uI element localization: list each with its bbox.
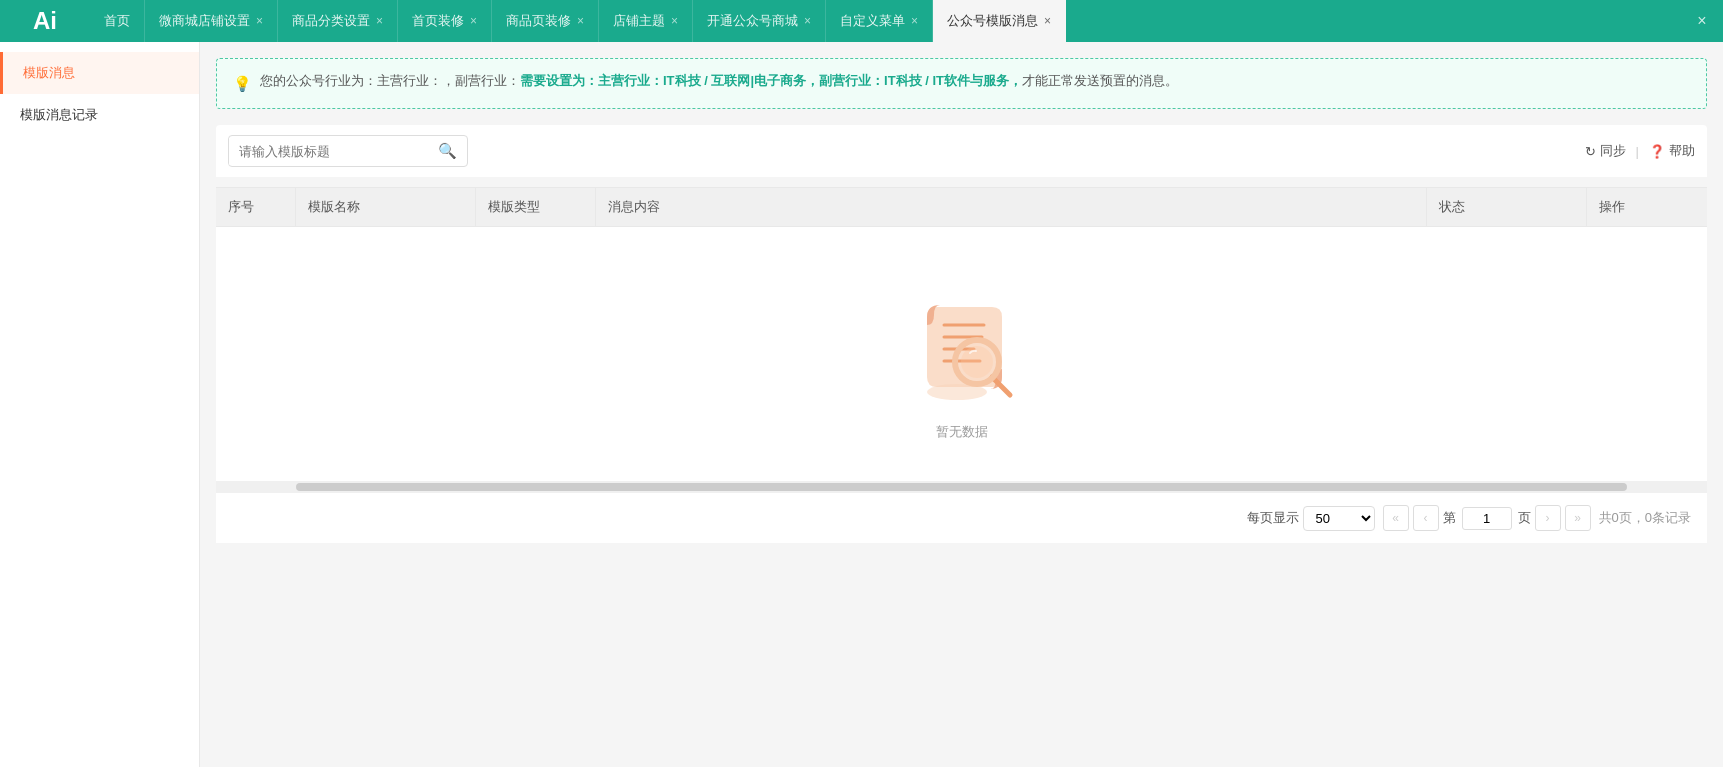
page-size-dropdown[interactable]: 50 10 20 100 xyxy=(1303,506,1375,531)
last-page-button[interactable]: » xyxy=(1565,505,1591,531)
page-number-input[interactable] xyxy=(1462,507,1512,530)
top-nav: Ai 首页微商城店铺设置×商品分类设置×首页装修×商品页装修×店铺主题×开通公众… xyxy=(0,0,1723,42)
search-input[interactable] xyxy=(229,138,428,165)
nav-tab-shop-theme[interactable]: 店铺主题 × xyxy=(599,0,693,42)
tab-close-product-category[interactable]: × xyxy=(376,14,383,28)
sync-button[interactable]: ↻ 同步 xyxy=(1585,142,1626,160)
tab-label: 商品分类设置 xyxy=(292,12,370,30)
nav-tab-weshop-settings[interactable]: 微商城店铺设置 × xyxy=(145,0,278,42)
tab-close-custom-menu[interactable]: × xyxy=(911,14,918,28)
prev-page-button[interactable]: ‹ xyxy=(1413,505,1439,531)
tab-close-home-decor[interactable]: × xyxy=(470,14,477,28)
table-header: 序号 模版名称 模版类型 消息内容 状态 操作 xyxy=(216,187,1707,227)
table-container: 序号 模版名称 模版类型 消息内容 状态 操作 xyxy=(216,187,1707,493)
tab-close-open-wechat-mall[interactable]: × xyxy=(804,14,811,28)
svg-point-7 xyxy=(961,346,993,378)
global-close-button[interactable]: × xyxy=(1681,0,1723,42)
total-info: 共0页，0条记录 xyxy=(1599,509,1691,527)
notice-box: 💡 您的公众号行业为：主营行业：，副营行业：需要设置为：主营行业：IT科技 / … xyxy=(216,58,1707,109)
sync-icon: ↻ xyxy=(1585,144,1596,159)
tab-label: 商品页装修 xyxy=(506,12,571,30)
nav-tab-product-category[interactable]: 商品分类设置 × xyxy=(278,0,398,42)
tab-label: 微商城店铺设置 xyxy=(159,12,250,30)
notice-text: 您的公众号行业为：主营行业：，副营行业：需要设置为：主营行业：IT科技 / 互联… xyxy=(260,71,1178,92)
tab-label: 公众号模版消息 xyxy=(947,12,1038,30)
sidebar-item-template-msg-record[interactable]: 模版消息记录 xyxy=(0,94,199,136)
col-template-name: 模版名称 xyxy=(296,188,476,226)
page-prefix: 第 xyxy=(1443,509,1456,527)
toolbar: 🔍 ↻ 同步 | ❓ 帮助 xyxy=(216,125,1707,177)
tab-label: 自定义菜单 xyxy=(840,12,905,30)
nav-tab-open-wechat-mall[interactable]: 开通公众号商城 × xyxy=(693,0,826,42)
scrollbar-track[interactable] xyxy=(296,483,1627,491)
nav-tabs: 首页微商城店铺设置×商品分类设置×首页装修×商品页装修×店铺主题×开通公众号商城… xyxy=(90,0,1681,42)
page-nav: « ‹ 第 页 › » xyxy=(1383,505,1591,531)
logo: Ai xyxy=(0,0,90,42)
sidebar-item-label: 模版消息记录 xyxy=(20,107,98,122)
tab-close-weshop-settings[interactable]: × xyxy=(256,14,263,28)
empty-icon xyxy=(902,287,1022,407)
help-button[interactable]: ❓ 帮助 xyxy=(1649,142,1695,160)
nav-tab-product-page-decor[interactable]: 商品页装修 × xyxy=(492,0,599,42)
page-input-area: 第 页 xyxy=(1443,507,1531,530)
sidebar-item-template-msg[interactable]: 模版消息 xyxy=(0,52,199,94)
tab-close-product-page-decor[interactable]: × xyxy=(577,14,584,28)
help-icon: ❓ xyxy=(1649,144,1665,159)
sidebar-item-label: 模版消息 xyxy=(23,65,75,80)
bulb-icon: 💡 xyxy=(233,72,252,96)
nav-tab-home[interactable]: 首页 xyxy=(90,0,145,42)
empty-text: 暂无数据 xyxy=(936,423,988,441)
tab-label: 首页装修 xyxy=(412,12,464,30)
nav-tab-custom-menu[interactable]: 自定义菜单 × xyxy=(826,0,933,42)
page-size-select: 每页显示 50 10 20 100 xyxy=(1247,506,1375,531)
main-layout: 模版消息模版消息记录 💡 您的公众号行业为：主营行业：，副营行业：需要设置为：主… xyxy=(0,42,1723,767)
divider: | xyxy=(1636,144,1639,159)
tab-label: 首页 xyxy=(104,12,130,30)
col-seq: 序号 xyxy=(216,188,296,226)
search-button[interactable]: 🔍 xyxy=(428,136,467,166)
tab-close-shop-theme[interactable]: × xyxy=(671,14,678,28)
empty-state: 暂无数据 xyxy=(216,227,1707,481)
search-area: 🔍 xyxy=(228,135,468,167)
tab-label: 开通公众号商城 xyxy=(707,12,798,30)
next-page-button[interactable]: › xyxy=(1535,505,1561,531)
nav-tab-home-decor[interactable]: 首页装修 × xyxy=(398,0,492,42)
nav-tab-template-msg[interactable]: 公众号模版消息 × xyxy=(933,0,1066,42)
col-status: 状态 xyxy=(1427,188,1587,226)
tab-close-template-msg[interactable]: × xyxy=(1044,14,1051,28)
col-action: 操作 xyxy=(1587,188,1707,226)
toolbar-right: ↻ 同步 | ❓ 帮助 xyxy=(1585,142,1695,160)
sidebar: 模版消息模版消息记录 xyxy=(0,42,200,767)
col-msg-content: 消息内容 xyxy=(596,188,1427,226)
scrollbar-area[interactable] xyxy=(216,481,1707,493)
pagination: 每页显示 50 10 20 100 « ‹ 第 页 › » 共0页， xyxy=(216,493,1707,543)
page-suffix: 页 xyxy=(1518,509,1531,527)
first-page-button[interactable]: « xyxy=(1383,505,1409,531)
tab-label: 店铺主题 xyxy=(613,12,665,30)
col-template-type: 模版类型 xyxy=(476,188,596,226)
page-size-label: 每页显示 xyxy=(1247,509,1299,527)
content-area: 💡 您的公众号行业为：主营行业：，副营行业：需要设置为：主营行业：IT科技 / … xyxy=(200,42,1723,767)
